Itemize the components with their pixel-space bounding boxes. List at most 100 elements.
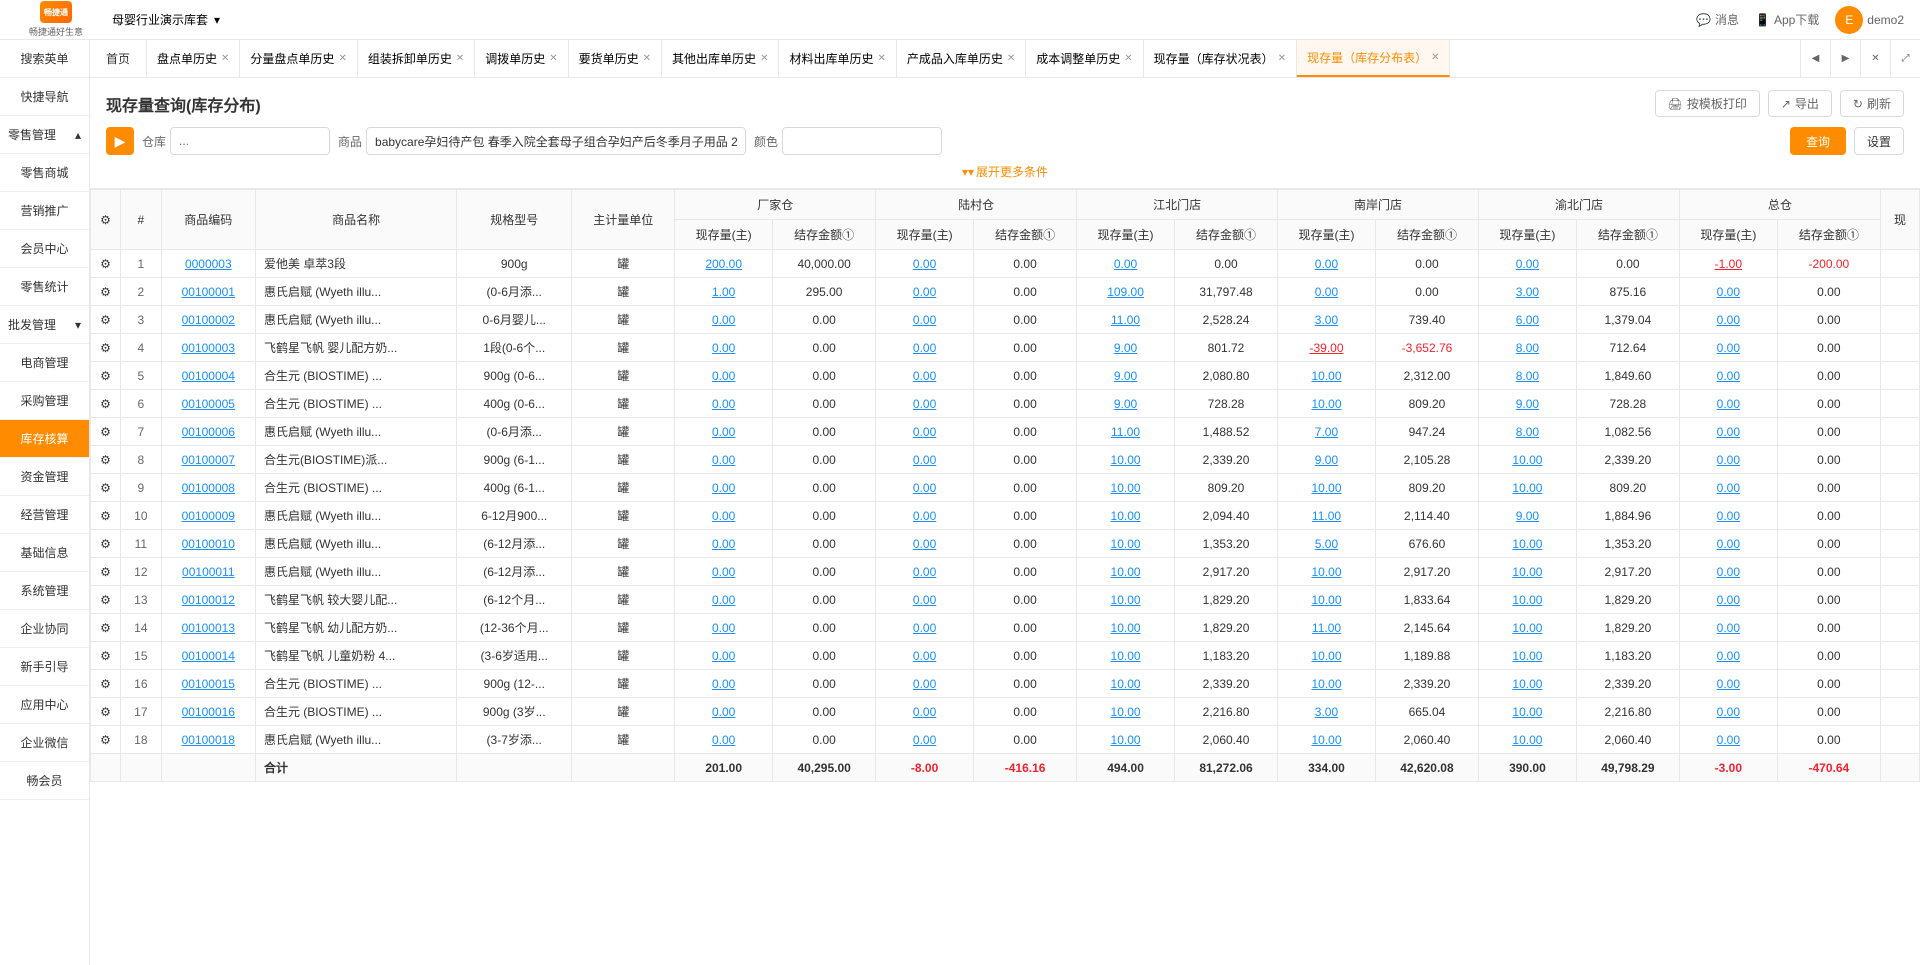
row-yb-qty[interactable]: 8.00 xyxy=(1479,362,1577,390)
user-area[interactable]: E demo2 xyxy=(1835,6,1904,34)
row-factory-qty[interactable]: 0.00 xyxy=(675,306,773,334)
row-na-qty[interactable]: 11.00 xyxy=(1278,502,1376,530)
tab-stock-distribution[interactable]: 现存量（库存分布表） ✕ xyxy=(1297,40,1450,77)
row-yb-qty[interactable]: 8.00 xyxy=(1479,334,1577,362)
row-yb-qty[interactable]: 10.00 xyxy=(1479,530,1577,558)
tab-close-icon[interactable]: ✕ xyxy=(338,53,346,64)
row-code[interactable]: 00100018 xyxy=(161,726,255,754)
row-gear[interactable]: ⚙ xyxy=(91,558,121,586)
row-code[interactable]: 00100003 xyxy=(161,334,255,362)
row-lu-qty[interactable]: 0.00 xyxy=(876,278,974,306)
row-jb-qty[interactable]: 11.00 xyxy=(1077,418,1175,446)
row-yb-qty[interactable]: 10.00 xyxy=(1479,698,1577,726)
tab-close-icon[interactable]: ✕ xyxy=(643,53,651,64)
row-na-qty[interactable]: 10.00 xyxy=(1278,642,1376,670)
row-jb-qty[interactable]: 0.00 xyxy=(1077,250,1175,278)
row-gear[interactable]: ⚙ xyxy=(91,446,121,474)
sidebar-item-finance[interactable]: 资金管理 xyxy=(0,458,89,496)
row-jb-qty[interactable]: 9.00 xyxy=(1077,334,1175,362)
row-lu-qty[interactable]: 0.00 xyxy=(876,390,974,418)
tab-close-icon[interactable]: ✕ xyxy=(549,53,557,64)
row-gear[interactable]: ⚙ xyxy=(91,418,121,446)
row-gear[interactable]: ⚙ xyxy=(91,474,121,502)
sidebar-item-operations[interactable]: 经营管理 xyxy=(0,496,89,534)
row-factory-qty[interactable]: 0.00 xyxy=(675,642,773,670)
row-factory-qty[interactable]: 0.00 xyxy=(675,474,773,502)
print-btn[interactable]: 🖨 按模板打印 xyxy=(1655,90,1760,117)
row-lu-qty[interactable]: 0.00 xyxy=(876,362,974,390)
row-gear[interactable]: ⚙ xyxy=(91,586,121,614)
tab-requisition[interactable]: 要货单历史 ✕ xyxy=(569,40,662,77)
row-total-qty[interactable]: 0.00 xyxy=(1679,642,1777,670)
row-na-qty[interactable]: 10.00 xyxy=(1278,586,1376,614)
row-na-qty[interactable]: 10.00 xyxy=(1278,390,1376,418)
sidebar-item-enterprise[interactable]: 企业协同 xyxy=(0,610,89,648)
row-na-qty[interactable]: 7.00 xyxy=(1278,418,1376,446)
row-yb-qty[interactable]: 10.00 xyxy=(1479,670,1577,698)
row-na-qty[interactable]: 3.00 xyxy=(1278,306,1376,334)
sidebar-item-ecommerce[interactable]: 电商管理 xyxy=(0,344,89,382)
row-lu-qty[interactable]: 0.00 xyxy=(876,614,974,642)
expand-label[interactable]: ▾▾ 展开更多条件 xyxy=(962,163,1048,180)
row-yb-qty[interactable]: 3.00 xyxy=(1479,278,1577,306)
row-total-qty[interactable]: 0.00 xyxy=(1679,586,1777,614)
row-total-qty[interactable]: 0.00 xyxy=(1679,446,1777,474)
row-code[interactable]: 00100015 xyxy=(161,670,255,698)
row-total-qty[interactable]: 0.00 xyxy=(1679,558,1777,586)
row-lu-qty[interactable]: 0.00 xyxy=(876,670,974,698)
row-code[interactable]: 00100007 xyxy=(161,446,255,474)
row-gear[interactable]: ⚙ xyxy=(91,390,121,418)
row-factory-qty[interactable]: 0.00 xyxy=(675,614,773,642)
row-na-qty[interactable]: 0.00 xyxy=(1278,278,1376,306)
row-lu-qty[interactable]: 0.00 xyxy=(876,558,974,586)
tab-close-icon[interactable]: ✕ xyxy=(1007,53,1015,64)
product-input[interactable] xyxy=(366,127,746,155)
row-total-qty[interactable]: 0.00 xyxy=(1679,614,1777,642)
row-factory-qty[interactable]: 0.00 xyxy=(675,362,773,390)
row-factory-qty[interactable]: 0.00 xyxy=(675,418,773,446)
row-na-qty[interactable]: 11.00 xyxy=(1278,614,1376,642)
row-factory-qty[interactable]: 0.00 xyxy=(675,726,773,754)
refresh-btn[interactable]: ↻ 刷新 xyxy=(1840,90,1904,117)
tab-next-btn[interactable]: ▶ xyxy=(1830,40,1860,78)
table-container[interactable]: ⚙ # 商品编码 商品名称 规格型号 主计量单位 厂家仓 陆村仓 江北门店 南岸… xyxy=(90,189,1920,965)
tab-inventory-count[interactable]: 盘点单历史 ✕ xyxy=(147,40,240,77)
row-jb-qty[interactable]: 10.00 xyxy=(1077,502,1175,530)
row-code[interactable]: 00100009 xyxy=(161,502,255,530)
tab-assembly[interactable]: 组装拆卸单历史 ✕ xyxy=(358,40,475,77)
row-jb-qty[interactable]: 10.00 xyxy=(1077,446,1175,474)
row-lu-qty[interactable]: 0.00 xyxy=(876,502,974,530)
row-jb-qty[interactable]: 10.00 xyxy=(1077,726,1175,754)
row-gear[interactable]: ⚙ xyxy=(91,278,121,306)
row-gear[interactable]: ⚙ xyxy=(91,334,121,362)
row-yb-qty[interactable]: 10.00 xyxy=(1479,586,1577,614)
color-input[interactable] xyxy=(782,127,942,155)
row-factory-qty[interactable]: 0.00 xyxy=(675,530,773,558)
query-btn[interactable]: 查询 xyxy=(1790,127,1846,155)
row-lu-qty[interactable]: 0.00 xyxy=(876,418,974,446)
row-total-qty[interactable]: 0.00 xyxy=(1679,390,1777,418)
row-jb-qty[interactable]: 10.00 xyxy=(1077,614,1175,642)
row-gear[interactable]: ⚙ xyxy=(91,698,121,726)
tab-transfer[interactable]: 调拨单历史 ✕ xyxy=(475,40,568,77)
sidebar-item-purchase[interactable]: 采购管理 xyxy=(0,382,89,420)
row-lu-qty[interactable]: 0.00 xyxy=(876,698,974,726)
row-code[interactable]: 00100013 xyxy=(161,614,255,642)
setting-btn[interactable]: 设置 xyxy=(1854,127,1904,155)
tab-close-icon[interactable]: ✕ xyxy=(877,53,885,64)
export-btn[interactable]: ↗ 导出 xyxy=(1768,90,1832,117)
sidebar-item-nav[interactable]: 快捷导航 xyxy=(0,78,89,116)
warehouse-input[interactable] xyxy=(170,127,330,155)
row-factory-qty[interactable]: 0.00 xyxy=(675,670,773,698)
row-total-qty[interactable]: 0.00 xyxy=(1679,530,1777,558)
sidebar-item-inventory[interactable]: 库存核算 xyxy=(0,420,89,458)
row-lu-qty[interactable]: 0.00 xyxy=(876,446,974,474)
row-lu-qty[interactable]: 0.00 xyxy=(876,474,974,502)
row-gear[interactable]: ⚙ xyxy=(91,670,121,698)
row-jb-qty[interactable]: 11.00 xyxy=(1077,306,1175,334)
sidebar-item-members[interactable]: 会员中心 xyxy=(0,230,89,268)
row-gear[interactable]: ⚙ xyxy=(91,726,121,754)
row-na-qty[interactable]: 0.00 xyxy=(1278,250,1376,278)
sidebar-item-guide[interactable]: 新手引导 xyxy=(0,648,89,686)
tab-prev-btn[interactable]: ◀ xyxy=(1800,40,1830,78)
